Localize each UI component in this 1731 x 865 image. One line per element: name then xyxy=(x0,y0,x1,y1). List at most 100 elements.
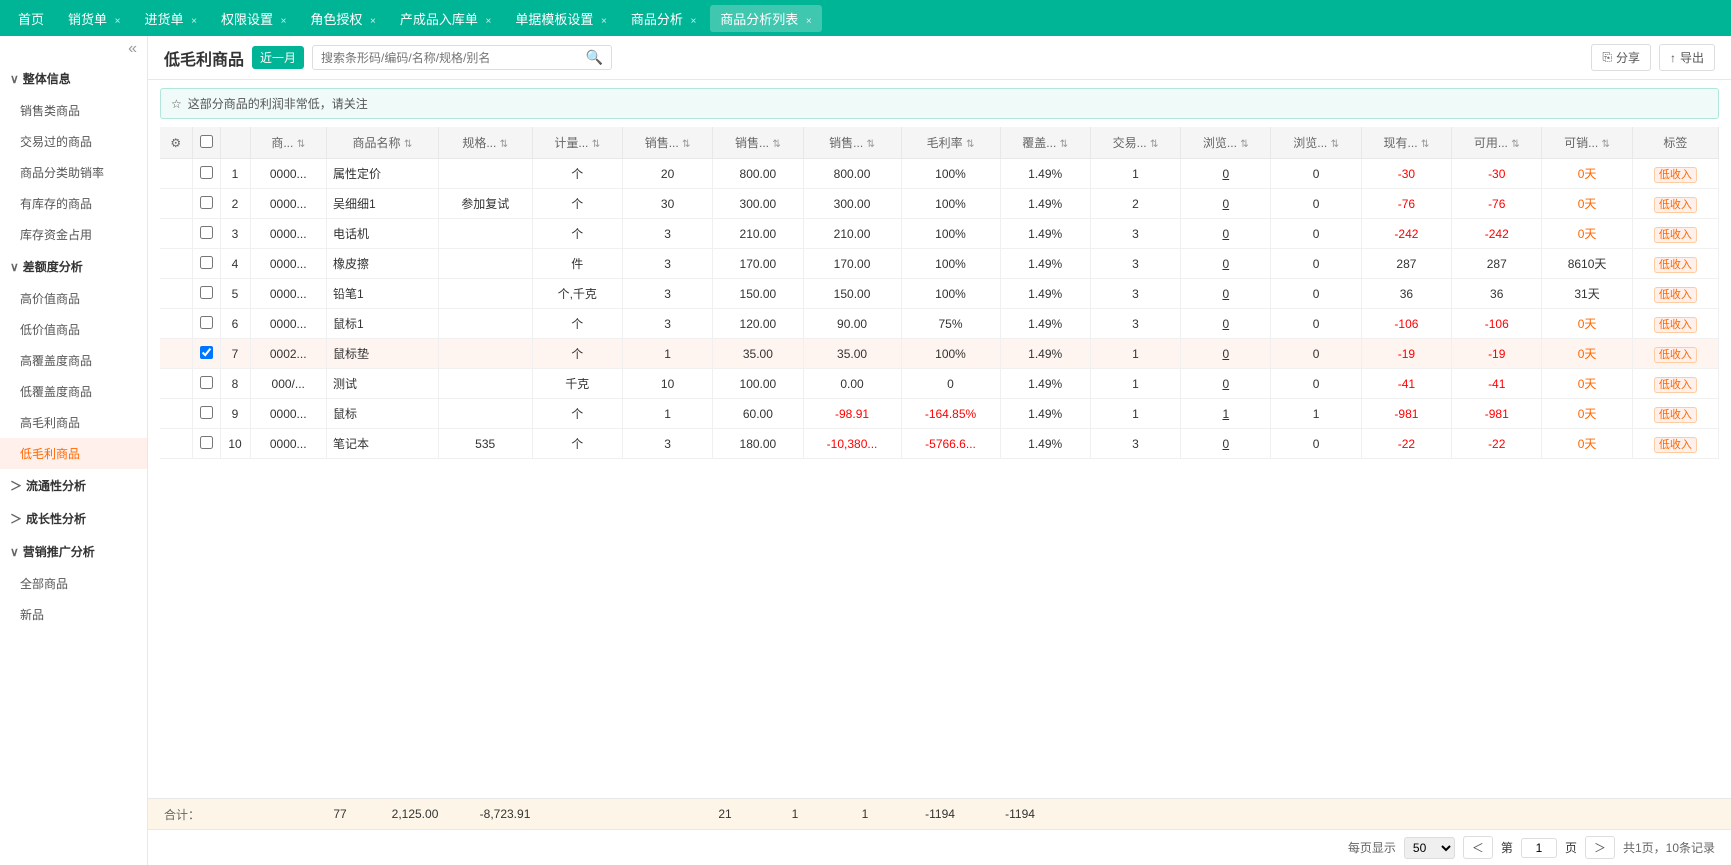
prev-page-btn[interactable]: ＜ xyxy=(1463,836,1493,859)
col-name[interactable]: 商品名称 ⇅ xyxy=(326,127,438,159)
row-select-checkbox[interactable] xyxy=(200,346,213,359)
sidebar-item-sales-goods[interactable]: 销售类商品 xyxy=(0,95,147,126)
col-sales-amount[interactable]: 销售... ⇅ xyxy=(713,127,803,159)
sidebar-item-stock-capital[interactable]: 库存资金占用 xyxy=(0,219,147,250)
sidebar-group-circulation[interactable]: ＞ 流通性分析 xyxy=(0,469,147,502)
row-browse1[interactable]: 0 xyxy=(1181,369,1271,399)
col-unit[interactable]: 计量... ⇅ xyxy=(532,127,622,159)
col-browse1[interactable]: 浏览... ⇅ xyxy=(1181,127,1271,159)
close-icon[interactable]: × xyxy=(690,16,696,27)
row-browse1[interactable]: 0 xyxy=(1181,339,1271,369)
page-size-select[interactable]: 50 20 100 xyxy=(1404,837,1455,859)
row-checkbox[interactable] xyxy=(192,369,220,399)
sidebar-item-high-coverage[interactable]: 高覆盖度商品 xyxy=(0,345,147,376)
sidebar-item-low-coverage[interactable]: 低覆盖度商品 xyxy=(0,376,147,407)
col-browse2[interactable]: 浏览... ⇅ xyxy=(1271,127,1361,159)
row-browse1[interactable]: 0 xyxy=(1181,309,1271,339)
page-input[interactable] xyxy=(1521,838,1557,858)
close-icon[interactable]: × xyxy=(370,16,376,27)
sidebar-group-margin[interactable]: ∨ 差额度分析 xyxy=(0,250,147,283)
row-browse1[interactable]: 0 xyxy=(1181,249,1271,279)
row-checkbox[interactable] xyxy=(192,429,220,459)
col-code[interactable]: 商... ⇅ xyxy=(250,127,326,159)
col-spec[interactable]: 规格... ⇅ xyxy=(438,127,532,159)
row-unit: 个 xyxy=(532,309,622,339)
row-browse1[interactable]: 0 xyxy=(1181,189,1271,219)
close-icon[interactable]: × xyxy=(281,16,287,27)
col-sales-profit[interactable]: 销售... ⇅ xyxy=(803,127,901,159)
nav-product-inbound[interactable]: 产成品入库单 × xyxy=(390,5,501,32)
search-box: 🔍 xyxy=(312,45,612,70)
col-usable-stock[interactable]: 可用... ⇅ xyxy=(1452,127,1542,159)
row-select-checkbox[interactable] xyxy=(200,196,213,209)
nav-template-settings[interactable]: 单据模板设置 × xyxy=(505,5,616,32)
sidebar-item-new-goods[interactable]: 新品 xyxy=(0,599,147,630)
main-content: 低毛利商品 近一月 🔍 ⎘ 分享 ↑ 导出 ☆ 这部分商品的利润非常低，请关注 xyxy=(148,36,1731,865)
sidebar-item-low-margin[interactable]: 低毛利商品 xyxy=(0,438,147,469)
close-icon[interactable]: × xyxy=(806,16,812,27)
row-checkbox[interactable] xyxy=(192,339,220,369)
search-icon[interactable]: 🔍 xyxy=(586,49,603,66)
row-checkbox[interactable] xyxy=(192,279,220,309)
row-select-checkbox[interactable] xyxy=(200,166,213,179)
row-select-checkbox[interactable] xyxy=(200,436,213,449)
row-select-checkbox[interactable] xyxy=(200,226,213,239)
row-browse1[interactable]: 1 xyxy=(1181,399,1271,429)
row-select-checkbox[interactable] xyxy=(200,406,213,419)
row-checkbox[interactable] xyxy=(192,309,220,339)
nav-purchase-order[interactable]: 进货单 × xyxy=(134,5,206,32)
nav-sales-order[interactable]: 销货单 × xyxy=(58,5,130,32)
export-btn[interactable]: ↑ 导出 xyxy=(1659,44,1715,71)
filter-recent-month-btn[interactable]: 近一月 xyxy=(252,46,304,69)
sidebar-group-overall[interactable]: ∨ 整体信息 xyxy=(0,62,147,95)
sidebar-item-category-rate[interactable]: 商品分类助销率 xyxy=(0,157,147,188)
row-browse1[interactable]: 0 xyxy=(1181,159,1271,189)
col-trade-count[interactable]: 交易... ⇅ xyxy=(1090,127,1180,159)
close-icon[interactable]: × xyxy=(601,16,607,27)
col-coverage[interactable]: 覆盖... ⇅ xyxy=(1000,127,1090,159)
sidebar-item-traded-goods[interactable]: 交易过的商品 xyxy=(0,126,147,157)
col-settings[interactable]: ⚙ xyxy=(160,127,192,159)
sidebar-item-stock-goods[interactable]: 有库存的商品 xyxy=(0,188,147,219)
row-select-checkbox[interactable] xyxy=(200,256,213,269)
col-sales-qty[interactable]: 销售... ⇅ xyxy=(622,127,712,159)
close-icon[interactable]: × xyxy=(191,16,197,27)
nav-home[interactable]: 首页 xyxy=(8,5,54,32)
row-browse1[interactable]: 0 xyxy=(1181,219,1271,249)
col-current-stock[interactable]: 现有... ⇅ xyxy=(1361,127,1451,159)
row-checkbox[interactable] xyxy=(192,189,220,219)
col-gross-rate[interactable]: 毛利率 ⇅ xyxy=(901,127,1000,159)
row-checkbox[interactable] xyxy=(192,159,220,189)
row-select-checkbox[interactable] xyxy=(200,316,213,329)
row-spec: 参加复试 xyxy=(438,189,532,219)
close-icon[interactable]: × xyxy=(486,16,492,27)
row-checkbox[interactable] xyxy=(192,249,220,279)
sidebar-item-all-goods[interactable]: 全部商品 xyxy=(0,568,147,599)
row-select-checkbox[interactable] xyxy=(200,376,213,389)
sidebar-group-growth[interactable]: ＞ 成长性分析 xyxy=(0,502,147,535)
sidebar-item-low-value[interactable]: 低价值商品 xyxy=(0,314,147,345)
sidebar-item-high-margin[interactable]: 高毛利商品 xyxy=(0,407,147,438)
nav-product-analysis-list[interactable]: 商品分析列表 × xyxy=(710,5,821,32)
row-checkbox[interactable] xyxy=(192,399,220,429)
row-browse1[interactable]: 0 xyxy=(1181,279,1271,309)
row-sales-amount: 800.00 xyxy=(713,159,803,189)
row-sales-amount: 60.00 xyxy=(713,399,803,429)
sidebar-group-marketing[interactable]: ∨ 营销推广分析 xyxy=(0,535,147,568)
nav-product-analysis[interactable]: 商品分析 × xyxy=(621,5,706,32)
col-saleable-days[interactable]: 可销... ⇅ xyxy=(1542,127,1632,159)
col-checkbox[interactable] xyxy=(192,127,220,159)
nav-role-auth[interactable]: 角色授权 × xyxy=(300,5,385,32)
share-btn[interactable]: ⎘ 分享 xyxy=(1591,44,1651,71)
sidebar-collapse-btn[interactable]: « xyxy=(124,40,141,58)
row-browse1[interactable]: 0 xyxy=(1181,429,1271,459)
sidebar-item-high-value[interactable]: 高价值商品 xyxy=(0,283,147,314)
row-checkbox[interactable] xyxy=(192,219,220,249)
select-all-checkbox[interactable] xyxy=(200,135,213,148)
search-input[interactable] xyxy=(321,51,586,65)
row-browse2: 1 xyxy=(1271,399,1361,429)
next-page-btn[interactable]: ＞ xyxy=(1585,836,1615,859)
row-select-checkbox[interactable] xyxy=(200,286,213,299)
nav-permission[interactable]: 权限设置 × xyxy=(211,5,296,32)
close-icon[interactable]: × xyxy=(115,16,121,27)
